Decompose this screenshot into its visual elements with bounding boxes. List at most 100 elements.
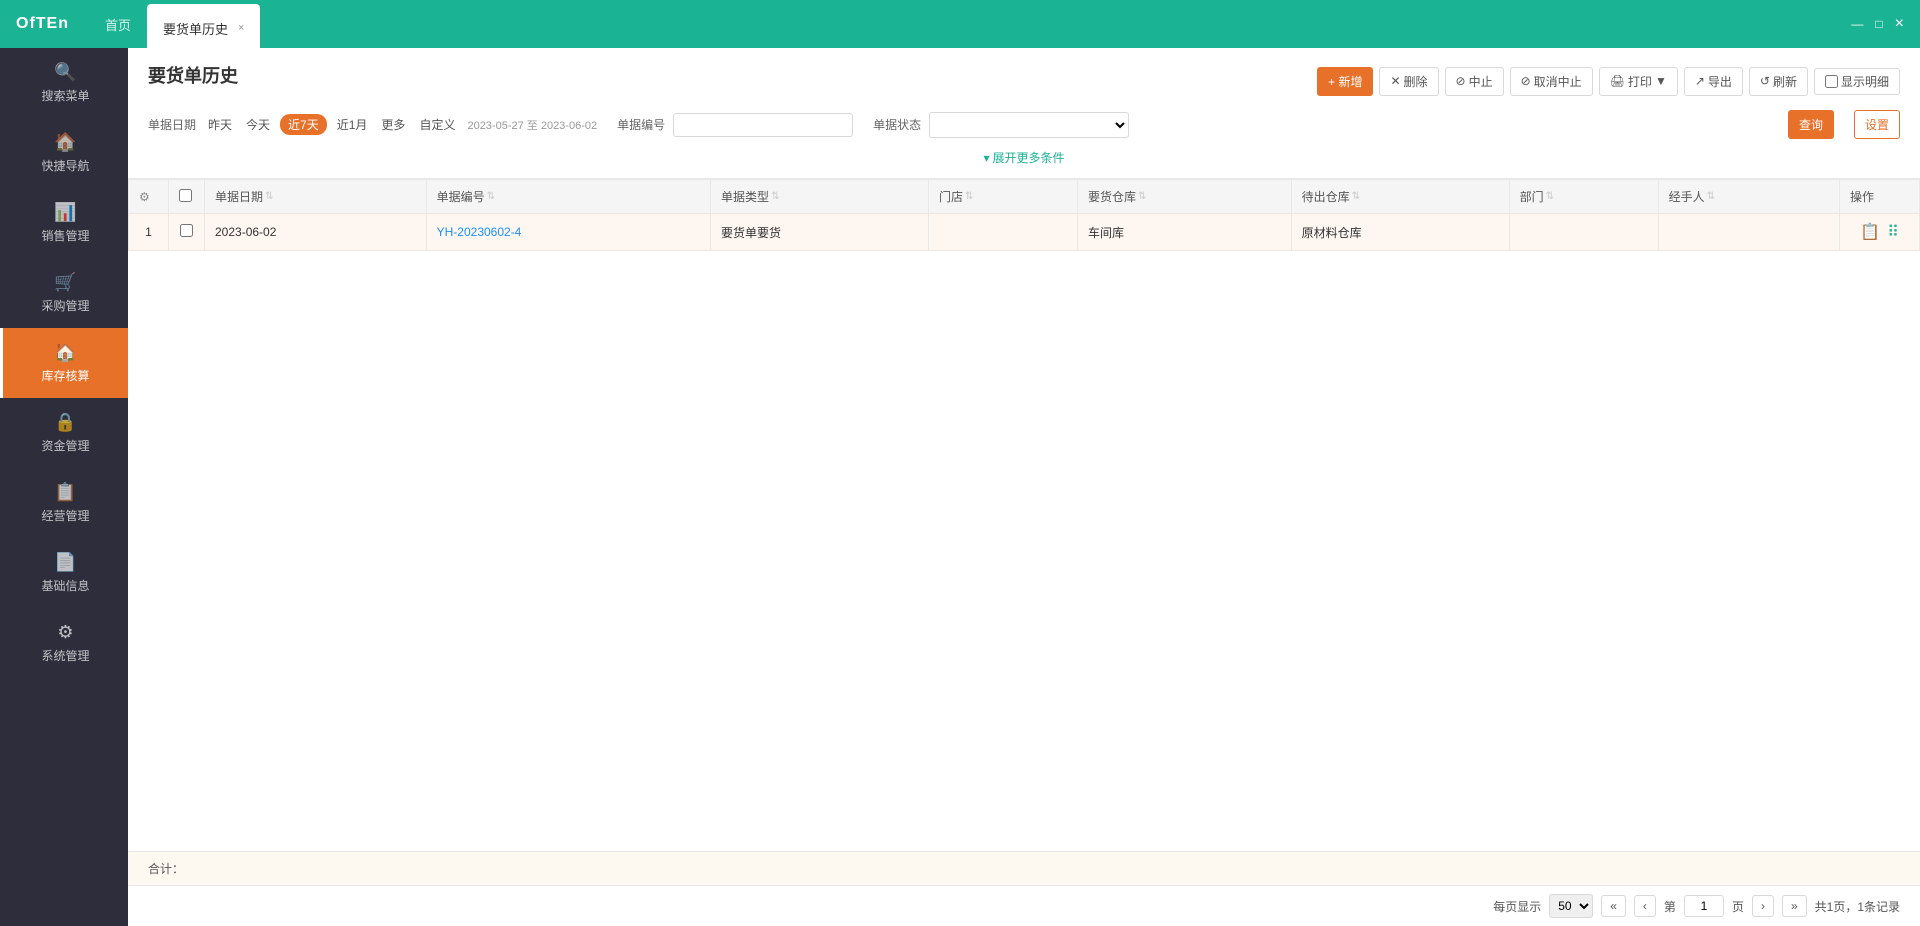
row-date: 2023-06-02 — [205, 214, 427, 251]
page-title: 要货单历史 — [148, 62, 238, 88]
row-pending-warehouse: 原材料仓库 — [1291, 214, 1509, 251]
date-shortcuts: 昨天 今天 近7天 近1月 更多 自定义 — [204, 114, 459, 135]
sort-icon-bill-type[interactable]: ⇅ — [771, 191, 779, 202]
query-button[interactable]: 查询 — [1788, 110, 1834, 139]
row-view-icon[interactable]: 📋 — [1860, 224, 1880, 241]
sort-icon-department[interactable]: ⇅ — [1546, 191, 1554, 202]
sort-icon-pending-warehouse[interactable]: ⇅ — [1352, 191, 1360, 202]
last-page-button[interactable]: » — [1782, 895, 1807, 917]
print-button[interactable]: 🖨 打印 ▼ — [1599, 67, 1678, 96]
select-all-checkbox[interactable] — [179, 189, 192, 202]
settings-button[interactable]: 设置 — [1854, 110, 1900, 139]
row-checkbox[interactable] — [180, 224, 193, 237]
top-bar-right: — □ × — [1851, 15, 1904, 33]
window-maximize-icon[interactable]: □ — [1875, 17, 1882, 31]
sidebar-item-operations[interactable]: 📋 经营管理 — [0, 468, 128, 538]
yesterday-shortcut[interactable]: 昨天 — [204, 114, 236, 135]
sidebar-item-finance[interactable]: 🔒 资金管理 — [0, 398, 128, 468]
bill-no-label: 单据编号 — [617, 116, 665, 133]
date-filter-label: 单据日期 — [148, 116, 196, 133]
custom-shortcut[interactable]: 自定义 — [415, 114, 459, 135]
page-header: 要货单历史 + 新增 ✕ 删除 ⊘ 中止 ⊘ 取消中止 — [128, 48, 1920, 179]
page-label: 第 — [1664, 898, 1676, 915]
more-shortcut[interactable]: 更多 — [377, 114, 409, 135]
sidebar-item-nav[interactable]: 🏠 快捷导航 — [0, 118, 128, 188]
expand-button[interactable]: ▾ 展开更多条件 — [983, 149, 1064, 166]
top-tabs: 首页 要货单历史 × — [89, 0, 260, 48]
th-store: 门店 ⇅ — [928, 180, 1077, 214]
window-close-icon[interactable]: × — [1895, 15, 1904, 33]
today-shortcut[interactable]: 今天 — [242, 114, 274, 135]
window-minimize-icon[interactable]: — — [1851, 17, 1863, 31]
th-bill-no: 单据编号 ⇅ — [426, 180, 710, 214]
inventory-icon: 🏠 — [54, 342, 76, 363]
cancel-suspend-button[interactable]: ⊘ 取消中止 — [1510, 67, 1593, 96]
sort-icon-handler[interactable]: ⇅ — [1707, 191, 1715, 202]
app-container: OfTEn 首页 要货单历史 × — □ × 🔍 搜索菜单 🏠 快捷导 — [0, 0, 1920, 926]
sidebar-item-inventory[interactable]: 🏠 库存核算 — [0, 328, 128, 398]
sidebar-item-base-info[interactable]: 📄 基础信息 — [0, 538, 128, 608]
row-actions: 📋 ⠿ — [1840, 214, 1920, 251]
delete-icon: ✕ — [1390, 74, 1400, 88]
page-suffix: 页 — [1732, 898, 1744, 915]
bill-no-filter: 单据编号 — [617, 113, 853, 137]
table-area: ⚙ 单据日期 ⇅ — [128, 179, 1920, 851]
suspend-button[interactable]: ⊘ 中止 — [1445, 67, 1504, 96]
tab-home[interactable]: 首页 — [89, 0, 147, 48]
row-bill-no-link[interactable]: YH-20230602-4 — [437, 225, 522, 239]
expand-row: ▾ 展开更多条件 — [148, 139, 1900, 170]
refresh-button[interactable]: ↺ 刷新 — [1749, 67, 1808, 96]
clipboard-icon: 📋 — [54, 482, 76, 503]
th-req-warehouse: 要货仓库 ⇅ — [1078, 180, 1292, 214]
th-department: 部门 ⇅ — [1509, 180, 1658, 214]
first-page-button[interactable]: « — [1601, 895, 1626, 917]
row-handler — [1658, 214, 1839, 251]
cart-icon: 🛒 — [54, 272, 76, 293]
sort-icon-bill-no[interactable]: ⇅ — [487, 191, 495, 202]
export-button[interactable]: ↗ 导出 — [1684, 67, 1743, 96]
next-page-button[interactable]: › — [1752, 895, 1774, 917]
th-bill-type: 单据类型 ⇅ — [711, 180, 929, 214]
row-req-warehouse: 车间库 — [1078, 214, 1292, 251]
row-more-icon[interactable]: ⠿ — [1887, 224, 1899, 241]
th-date: 单据日期 ⇅ — [205, 180, 427, 214]
last1month-shortcut[interactable]: 近1月 — [333, 114, 372, 135]
home-icon: 🏠 — [54, 132, 76, 153]
toolbar: + 新增 ✕ 删除 ⊘ 中止 ⊘ 取消中止 — [1317, 67, 1900, 96]
row-checkbox-cell — [169, 214, 205, 251]
column-settings-icon[interactable]: ⚙ — [139, 190, 150, 204]
tab-bill-history[interactable]: 要货单历史 × — [147, 4, 260, 52]
gear-icon: ⚙ — [57, 622, 73, 643]
display-detail-checkbox[interactable] — [1825, 75, 1838, 88]
row-department — [1509, 214, 1658, 251]
total-label: 合计： — [148, 860, 184, 877]
lock-icon: 🔒 — [54, 412, 76, 433]
print-dropdown-icon: ▼ — [1655, 74, 1667, 88]
prev-page-button[interactable]: ‹ — [1634, 895, 1656, 917]
row-num: 1 — [129, 214, 169, 251]
delete-button[interactable]: ✕ 删除 — [1379, 67, 1438, 96]
page-number-input[interactable] — [1684, 895, 1724, 917]
sort-icon-date[interactable]: ⇅ — [265, 191, 273, 202]
table-row: 1 2023-06-02 YH-20230602-4 要货单要货 车间库 — [129, 214, 1920, 251]
filter-row: 单据日期 昨天 今天 近7天 近1月 更多 自定义 2023-05-27 至 2… — [148, 110, 1900, 139]
sidebar-item-search[interactable]: 🔍 搜索菜单 — [0, 48, 128, 118]
table-footer: 合计： — [128, 851, 1920, 885]
per-page-select[interactable]: 50 — [1549, 894, 1593, 918]
filter-area: 单据日期 昨天 今天 近7天 近1月 更多 自定义 2023-05-27 至 2… — [148, 110, 1900, 170]
th-checkbox — [169, 180, 205, 214]
sort-icon-store[interactable]: ⇅ — [965, 191, 973, 202]
sidebar: 🔍 搜索菜单 🏠 快捷导航 📊 销售管理 🛒 采购管理 🏠 库存核算 🔒 — [0, 48, 128, 926]
bill-no-input[interactable] — [673, 113, 853, 137]
sidebar-item-system[interactable]: ⚙ 系统管理 — [0, 608, 128, 678]
tab-close-icon[interactable]: × — [238, 22, 244, 34]
sidebar-item-purchase[interactable]: 🛒 采购管理 — [0, 258, 128, 328]
new-button[interactable]: + 新增 — [1317, 67, 1373, 96]
status-select[interactable] — [929, 112, 1129, 138]
expand-icon: ▾ — [983, 151, 989, 165]
display-detail-button[interactable]: 显示明细 — [1814, 68, 1900, 95]
sidebar-item-sales[interactable]: 📊 销售管理 — [0, 188, 128, 258]
last7days-shortcut[interactable]: 近7天 — [280, 114, 327, 135]
row-bill-type: 要货单要货 — [711, 214, 929, 251]
sort-icon-req-warehouse[interactable]: ⇅ — [1138, 191, 1146, 202]
